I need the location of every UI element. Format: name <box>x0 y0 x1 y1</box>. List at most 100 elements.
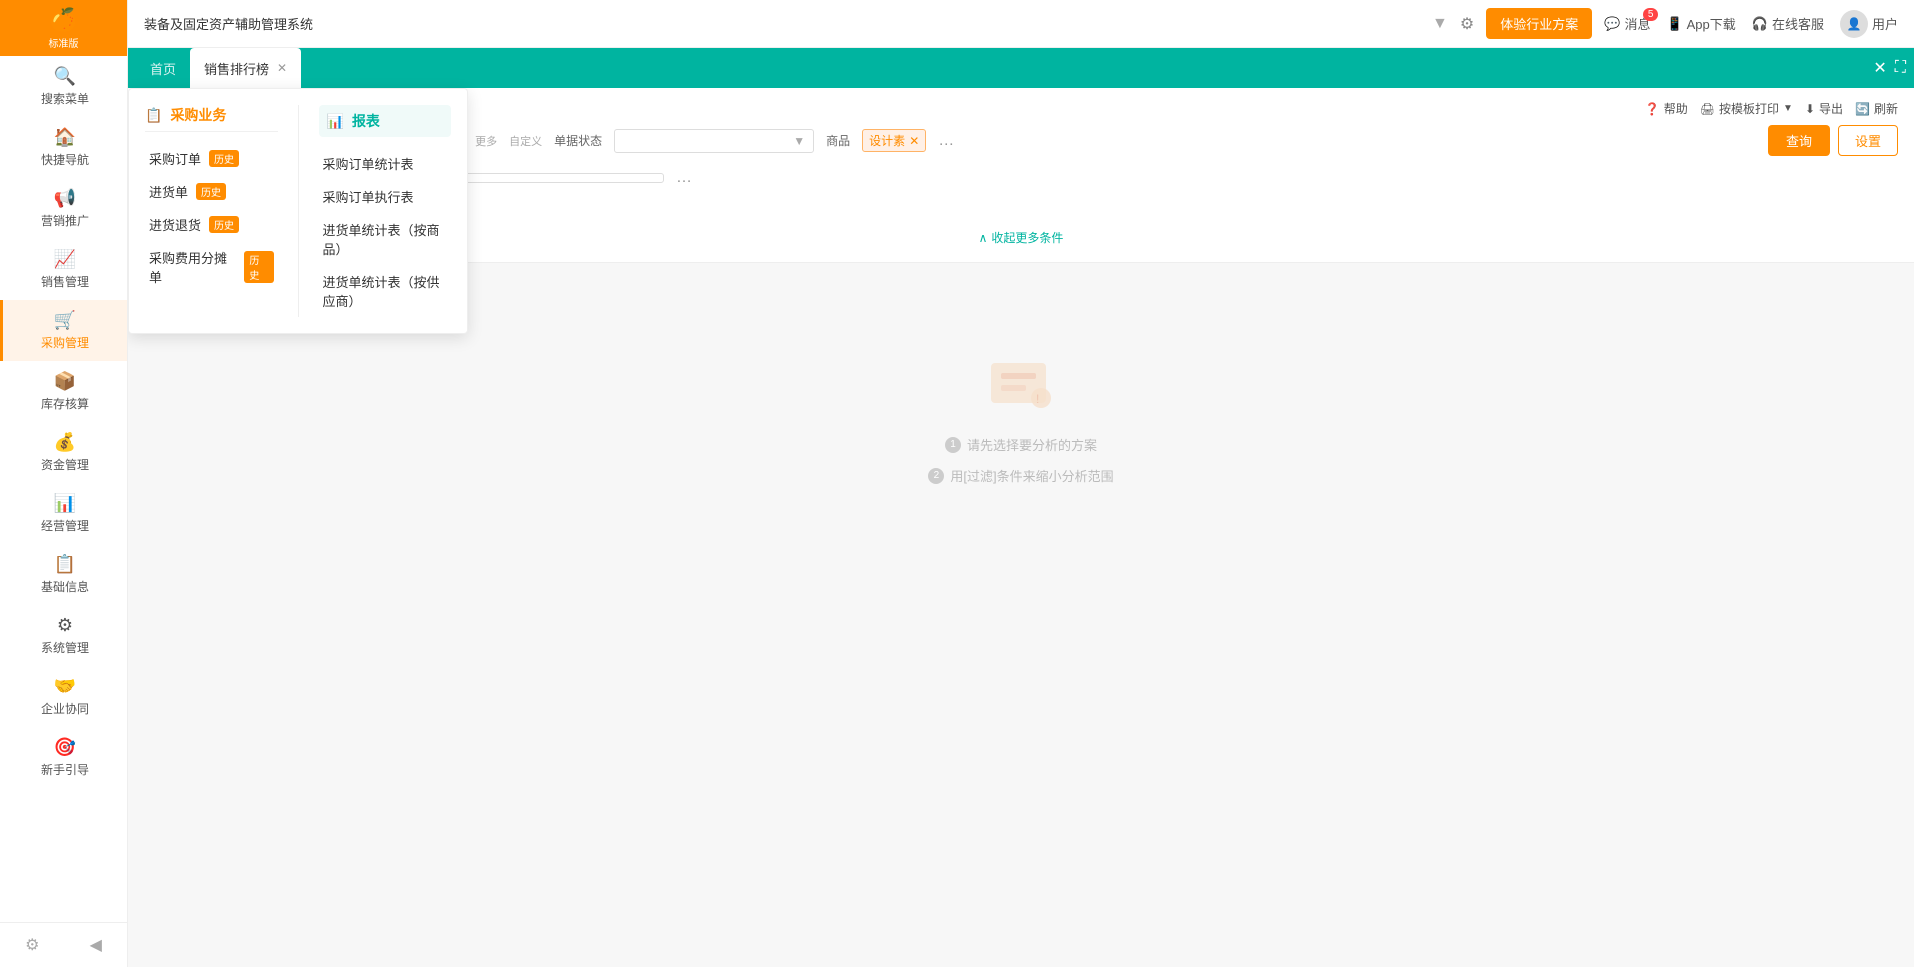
help-label: 帮助 <box>1664 100 1688 117</box>
sidebar-item-guide[interactable]: 🎯 新手引导 <box>0 727 127 788</box>
user-label: 用户 <box>1872 14 1898 33</box>
dropdown-label-inbound: 进货单 <box>149 182 188 201</box>
settings-bottom-icon[interactable]: ⚙ <box>25 935 39 955</box>
empty-step-2-text: 用[过滤]条件来缩小分析范围 <box>950 466 1113 485</box>
sidebar-item-system[interactable]: ⚙ 系统管理 <box>0 605 127 666</box>
refresh-icon: 🔄 <box>1855 102 1870 116</box>
sidebar-label-collab: 企业协同 <box>41 700 89 717</box>
logo-icon: 🍊 <box>50 7 77 33</box>
query-button[interactable]: 查询 <box>1768 125 1830 156</box>
solution-button[interactable]: 体验行业方案 <box>1486 8 1592 39</box>
purchase-icon: 🛒 <box>54 310 76 331</box>
sidebar-item-nav[interactable]: 🏠 快捷导航 <box>0 117 127 178</box>
search-icon: 🔍 <box>54 66 76 87</box>
online-service-action[interactable]: 🎧 在线客服 <box>1752 14 1824 33</box>
purchase-section-title: 采购业务 <box>170 105 226 125</box>
sidebar-label-nav: 快捷导航 <box>41 151 89 168</box>
tabbar-expand-icon[interactable]: ⛶ <box>1895 59 1906 77</box>
topbar: 装备及固定资产辅助管理系统 ▼ ⚙ 体验行业方案 💬 消息 5 📱 App下载 … <box>128 0 1914 48</box>
logo-text: 标准版 <box>49 35 79 50</box>
sidebar-label-purchase: 采购管理 <box>41 334 89 351</box>
tab-sales-rank[interactable]: 销售排行榜 ✕ <box>190 48 301 88</box>
tab-home-label: 首页 <box>150 59 176 78</box>
print-btn[interactable]: 🖨 按模板打印 ▼ <box>1700 100 1793 117</box>
sidebar-item-marketing[interactable]: 📢 营销推广 <box>0 178 127 239</box>
topbar-dropdown-arrow[interactable]: ▼ <box>1432 15 1448 33</box>
sidebar-item-purchase[interactable]: 🛒 采购管理 <box>0 300 127 361</box>
dropdown-item-cost[interactable]: 采购费用分摊单 历史 <box>145 241 278 293</box>
refresh-btn[interactable]: 🔄 刷新 <box>1855 100 1898 117</box>
goods-tag-close[interactable]: ✕ <box>909 134 919 148</box>
dropdown-item-inbound-goods[interactable]: 进货单统计表（按商品） <box>319 213 452 265</box>
dropdown-divider <box>298 105 299 317</box>
dropdown-report-header: 📊 报表 <box>319 105 452 137</box>
svg-text:!: ! <box>1036 392 1039 406</box>
step-dot-1: 1 <box>945 437 961 453</box>
sales-icon: 📈 <box>54 249 76 270</box>
basic-info-icon: 📋 <box>54 554 76 575</box>
collapse-icon[interactable]: ◀ <box>90 935 102 955</box>
dropdown-label-inbound-goods: 进货单统计表（按商品） <box>323 220 448 258</box>
app-download-action[interactable]: 📱 App下载 <box>1666 14 1735 33</box>
dropdown-report-section: 📊 报表 采购订单统计表 采购订单执行表 进货单统计表（按商品） 进货单统计表（… <box>319 105 452 317</box>
report-section-title: 报表 <box>352 111 380 131</box>
set-button[interactable]: 设置 <box>1838 125 1898 156</box>
avatar: 👤 <box>1840 10 1868 38</box>
inventory-icon: 📦 <box>54 371 76 392</box>
sidebar-item-operations[interactable]: 📊 经营管理 <box>0 483 127 544</box>
sidebar-item-collab[interactable]: 🤝 企业协同 <box>0 666 127 727</box>
print-label: 按模板打印 <box>1719 100 1779 117</box>
dropdown-item-return[interactable]: 进货退货 历史 <box>145 208 278 241</box>
export-icon: ⬇ <box>1805 102 1815 116</box>
tabbar-right: ✕ ⛶ <box>1873 58 1906 78</box>
empty-state-icon: ! <box>981 343 1061 423</box>
goods-more-btn[interactable]: … <box>938 132 954 150</box>
tab-close-icon[interactable]: ✕ <box>277 61 287 75</box>
status-label: 单据状态 <box>554 132 602 149</box>
tab-home[interactable]: 首页 <box>136 48 190 88</box>
collapse-label: 收起更多条件 <box>991 229 1063 246</box>
status-select[interactable]: ▼ <box>614 129 814 153</box>
hist-badge-return: 历史 <box>209 216 239 233</box>
salesperson-more-btn[interactable]: … <box>676 169 692 187</box>
topbar-actions: 💬 消息 5 📱 App下载 🎧 在线客服 👤 用户 <box>1604 10 1898 38</box>
print-icon: 🖨 <box>1700 102 1715 116</box>
user-action[interactable]: 👤 用户 <box>1840 10 1898 38</box>
message-action[interactable]: 💬 消息 5 <box>1604 14 1650 33</box>
dropdown-label-return: 进货退货 <box>149 215 201 234</box>
topbar-gear-icon[interactable]: ⚙ <box>1460 14 1474 34</box>
sidebar-item-search[interactable]: 🔍 搜索菜单 <box>0 56 127 117</box>
print-arrow[interactable]: ▼ <box>1783 103 1793 114</box>
dropdown-label-inbound-supplier: 进货单统计表（按供应商） <box>323 272 448 310</box>
sidebar-item-inventory[interactable]: 📦 库存核算 <box>0 361 127 422</box>
goods-tag: 设计素 ✕ <box>862 129 926 152</box>
online-service-label: 在线客服 <box>1772 14 1824 33</box>
export-btn[interactable]: ⬇ 导出 <box>1805 100 1843 117</box>
date-shortcut-custom[interactable]: 自定义 <box>509 133 542 149</box>
report-section-icon: 📊 <box>327 113 344 130</box>
operations-icon: 📊 <box>54 493 76 514</box>
sidebar-item-finance[interactable]: 💰 资金管理 <box>0 422 127 483</box>
main-area: 装备及固定资产辅助管理系统 ▼ ⚙ 体验行业方案 💬 消息 5 📱 App下载 … <box>128 0 1914 967</box>
export-label: 导出 <box>1819 100 1843 117</box>
message-icon: 💬 <box>1604 16 1620 32</box>
sidebar-label-operations: 经营管理 <box>41 517 89 534</box>
sidebar-label-sales: 销售管理 <box>41 273 89 290</box>
tabbar-close-icon[interactable]: ✕ <box>1873 58 1886 78</box>
collab-icon: 🤝 <box>54 676 76 697</box>
dropdown-item-purchase-stat[interactable]: 采购订单统计表 <box>319 147 452 180</box>
dropdown-item-purchase-order[interactable]: 采购订单 历史 <box>145 142 278 175</box>
sidebar-label-finance: 资金管理 <box>41 456 89 473</box>
dropdown-item-inbound[interactable]: 进货单 历史 <box>145 175 278 208</box>
salesperson-select[interactable] <box>464 173 664 183</box>
dropdown-item-inbound-supplier[interactable]: 进货单统计表（按供应商） <box>319 265 452 317</box>
topbar-title: 装备及固定资产辅助管理系统 <box>144 14 1420 33</box>
sidebar-item-basic-info[interactable]: 📋 基础信息 <box>0 544 127 605</box>
date-shortcut-more[interactable]: 更多 <box>475 133 497 149</box>
help-btn[interactable]: ❓ 帮助 <box>1645 100 1688 117</box>
message-badge: 5 <box>1643 8 1659 21</box>
sidebar-item-sales[interactable]: 📈 销售管理 <box>0 239 127 300</box>
dropdown-item-purchase-exec[interactable]: 采购订单执行表 <box>319 180 452 213</box>
step-dot-2: 2 <box>928 468 944 484</box>
hist-badge-inbound: 历史 <box>196 183 226 200</box>
